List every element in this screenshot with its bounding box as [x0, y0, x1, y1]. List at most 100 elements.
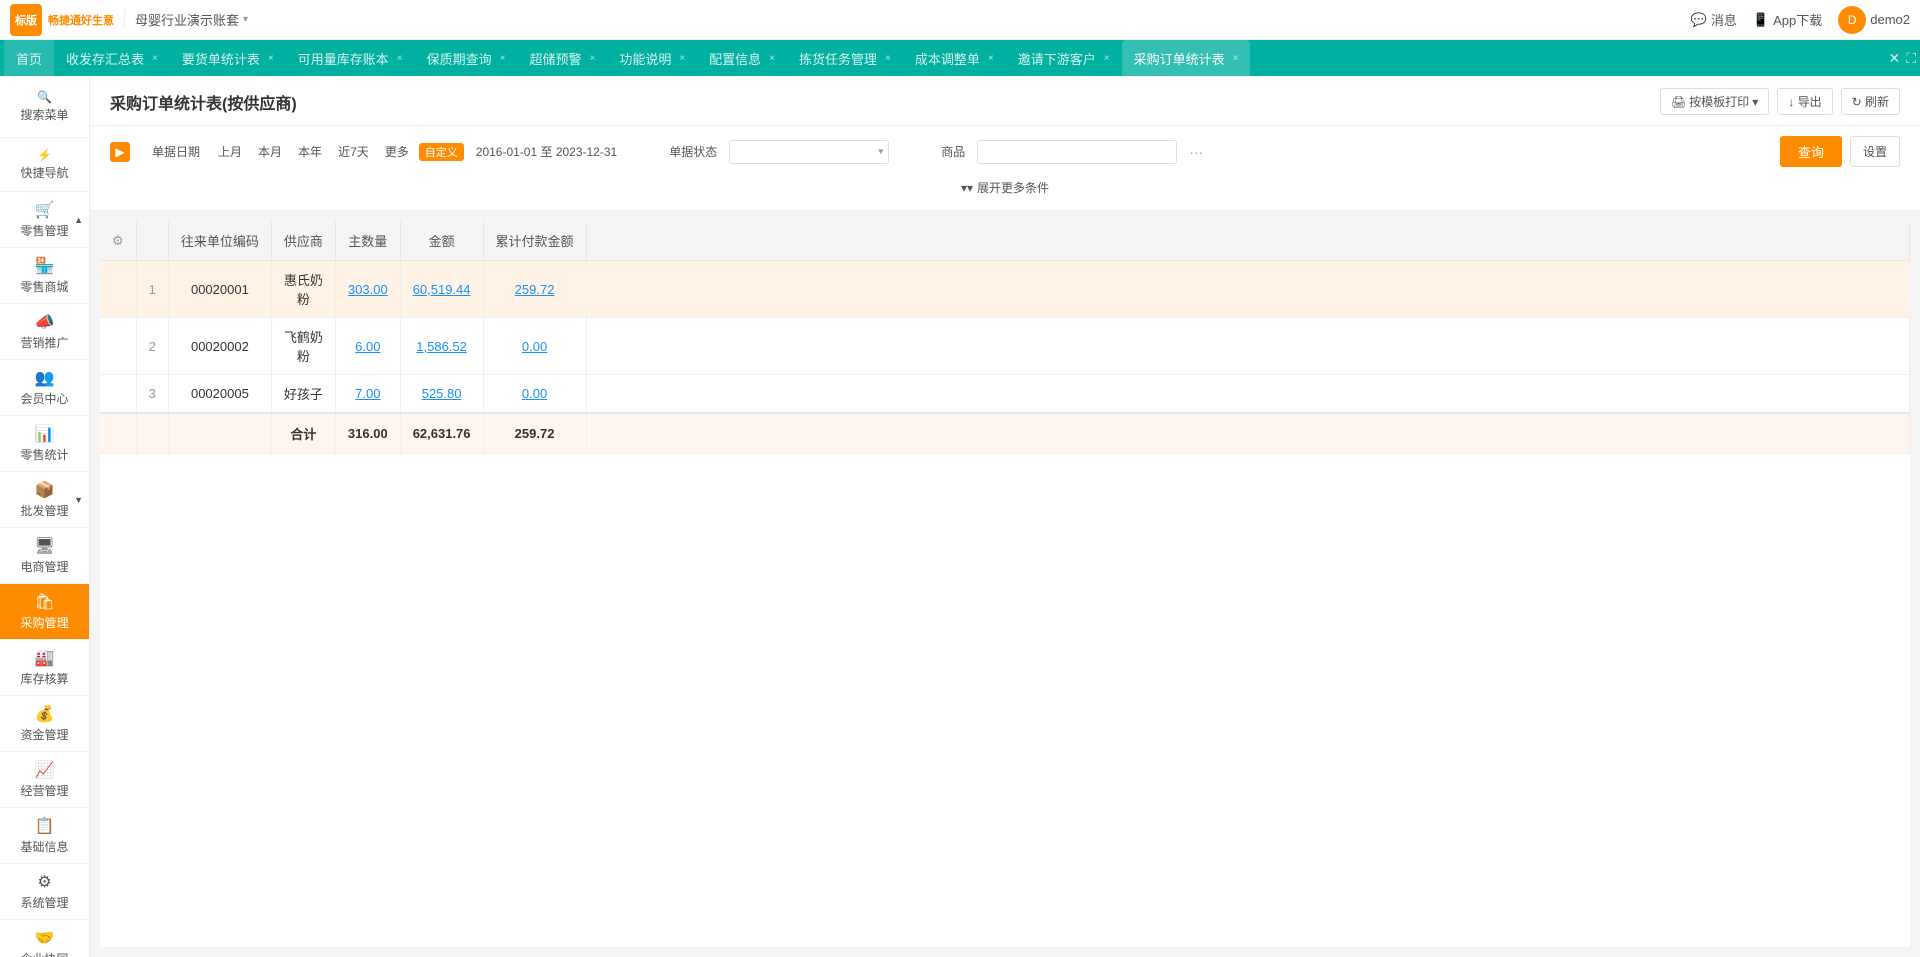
- sidebar-item-system-label: 系统管理: [20, 894, 68, 911]
- status-filter-label: 单据状态: [669, 143, 717, 160]
- zero-sales-expand-icon: ▲: [74, 215, 83, 225]
- sidebar-item-batch[interactable]: 📦 批发管理 ▼: [0, 472, 89, 528]
- tab-shoufaye-close-icon[interactable]: ×: [152, 53, 158, 64]
- shortcut-more[interactable]: 更多: [379, 141, 415, 162]
- tab-baozhi[interactable]: 保质期查询 ×: [415, 40, 518, 76]
- sidebar-item-zero-shop[interactable]: 🏪 零售商城: [0, 248, 89, 304]
- workspace-selector[interactable]: 母婴行业演示账套 ▾: [124, 10, 258, 29]
- col-paid: 累计付款金额: [483, 221, 586, 261]
- tab-home[interactable]: 首页: [4, 40, 54, 76]
- amount-link[interactable]: 525.80: [422, 386, 462, 401]
- ecommerce-icon: 🖥: [34, 536, 54, 556]
- tab-yaohuo-close-icon[interactable]: ×: [268, 53, 274, 64]
- search-menu-button[interactable]: 🔍 搜索菜单: [6, 84, 83, 129]
- tab-yaoqing-label: 邀请下游客户: [1018, 49, 1096, 68]
- tab-caigou-close-icon[interactable]: ×: [1233, 53, 1239, 64]
- goods-input[interactable]: [977, 140, 1177, 164]
- sidebar-item-enterprise[interactable]: 🤝 企业协同: [0, 920, 89, 957]
- paid-link[interactable]: 0.00: [522, 339, 547, 354]
- sidebar-item-system[interactable]: ⚙ 系统管理: [0, 864, 89, 920]
- expand-more-button[interactable]: ▾▾ 展开更多条件: [951, 175, 1059, 200]
- col-extra: [586, 221, 1909, 261]
- tab-zhihuo[interactable]: 拣货任务管理 ×: [787, 40, 903, 76]
- zero-shop-icon: 🏪: [35, 256, 55, 276]
- logo-area: 标版 畅捷通好生意: [10, 4, 114, 36]
- amount-link[interactable]: 60,519.44: [413, 282, 471, 297]
- qty-cell: 6.00: [335, 318, 400, 375]
- footer-label-cell: 合计: [271, 413, 335, 454]
- tab-peizhi-close-icon[interactable]: ×: [769, 53, 775, 64]
- nav-maximize-button[interactable]: ⛶: [1906, 50, 1916, 67]
- status-select[interactable]: [729, 140, 889, 164]
- paid-link[interactable]: 259.72: [515, 282, 555, 297]
- user-profile-button[interactable]: D demo2: [1838, 6, 1910, 34]
- tab-chaochujing-close-icon[interactable]: ×: [589, 53, 595, 64]
- shortcut-this-month[interactable]: 本月: [252, 141, 288, 162]
- sidebar-item-marketing[interactable]: 📣 营销推广: [0, 304, 89, 360]
- message-button[interactable]: 💬 消息: [1691, 10, 1737, 29]
- footer-settings-cell: [100, 413, 136, 454]
- app-download-button[interactable]: 📱 App下载: [1753, 10, 1822, 29]
- member-icon: 👥: [35, 368, 55, 388]
- tab-caigou[interactable]: 采购订单统计表 ×: [1122, 40, 1251, 76]
- tab-gongneng-close-icon[interactable]: ×: [679, 53, 685, 64]
- operation-icon: 📈: [35, 760, 55, 780]
- sidebar-item-operation[interactable]: 📈 经营管理: [0, 752, 89, 808]
- sidebar-item-purchase[interactable]: 🛍 采购管理: [0, 584, 89, 640]
- avatar-initials: D: [1848, 13, 1857, 27]
- table-settings-icon[interactable]: ⚙: [112, 233, 124, 248]
- tab-peizhi[interactable]: 配置信息 ×: [697, 40, 787, 76]
- sidebar-search-area: 🔍 搜索菜单: [0, 76, 89, 138]
- quick-nav-button[interactable]: ⚡ 快捷导航: [0, 142, 89, 187]
- export-button[interactable]: ↓ 导出: [1777, 88, 1832, 115]
- amount-link[interactable]: 1,586.52: [416, 339, 467, 354]
- tab-baozhi-close-icon[interactable]: ×: [500, 53, 506, 64]
- supplier-name-cell: 惠氏奶粉: [271, 261, 335, 318]
- tab-chengben-close-icon[interactable]: ×: [988, 53, 994, 64]
- sidebar-item-basic[interactable]: 📋 基础信息: [0, 808, 89, 864]
- tab-chengben[interactable]: 成本调整单 ×: [903, 40, 1006, 76]
- paid-link[interactable]: 0.00: [522, 386, 547, 401]
- sidebar-item-zero-stat[interactable]: 📊 零售统计: [0, 416, 89, 472]
- sidebar-item-batch-label: 批发管理: [20, 502, 68, 519]
- table-area: ⚙ 往来单位编码 供应商 主数量 金额 累计付款金额: [100, 221, 1910, 947]
- footer-paid-cell: 259.72: [483, 413, 586, 454]
- tab-yaohuo[interactable]: 要货单统计表 ×: [170, 40, 286, 76]
- tab-shoufaye[interactable]: 收发存汇总表 ×: [54, 40, 170, 76]
- settings-button[interactable]: 设置: [1850, 136, 1900, 167]
- nav-tabs-right: ✕ ⛶: [1888, 50, 1916, 67]
- more-fields-icon[interactable]: ···: [1189, 144, 1203, 160]
- qty-link[interactable]: 303.00: [348, 282, 388, 297]
- qty-link[interactable]: 6.00: [355, 339, 380, 354]
- refresh-button[interactable]: ↻ 刷新: [1841, 88, 1900, 115]
- sidebar-item-marketing-label: 营销推广: [20, 334, 68, 351]
- main-layout: 🔍 搜索菜单 ⚡ 快捷导航 🛒 零售管理 ▲ 🏪 零售商城 📣: [0, 76, 1920, 957]
- date-range-value: 2016-01-01 至 2023-12-31: [476, 143, 617, 160]
- sidebar-item-stock[interactable]: 🏭 库存核算: [0, 640, 89, 696]
- shortcut-last-month[interactable]: 上月: [212, 141, 248, 162]
- nav-close-button[interactable]: ✕: [1888, 50, 1900, 67]
- marketing-icon: 📣: [35, 312, 55, 332]
- tab-yaoqing-close-icon[interactable]: ×: [1104, 53, 1110, 64]
- sidebar-item-zero-sales[interactable]: 🛒 零售管理 ▲: [0, 192, 89, 248]
- sidebar-item-ecommerce[interactable]: 🖥 电商管理: [0, 528, 89, 584]
- query-button[interactable]: 查询: [1780, 136, 1842, 167]
- filter-toggle-button[interactable]: ▶: [110, 142, 130, 162]
- shortcut-7days[interactable]: 近7天: [332, 141, 375, 162]
- paid-cell: 0.00: [483, 375, 586, 414]
- tab-zhihuo-close-icon[interactable]: ×: [885, 53, 891, 64]
- sidebar-item-finance[interactable]: 💰 资金管理: [0, 696, 89, 752]
- tab-kecun-label: 可用量库存账本: [298, 49, 389, 68]
- template-print-button[interactable]: 🖨 按模板打印 ▾: [1660, 88, 1769, 115]
- extra-cell: [586, 318, 1909, 375]
- qty-link[interactable]: 7.00: [355, 386, 380, 401]
- shortcut-this-year[interactable]: 本年: [292, 141, 328, 162]
- tab-gongneng[interactable]: 功能说明 ×: [607, 40, 697, 76]
- tab-yaoqing[interactable]: 邀请下游客户 ×: [1006, 40, 1122, 76]
- tab-chaochujing-label: 超储预警: [529, 49, 581, 68]
- tab-kecun-close-icon[interactable]: ×: [397, 53, 403, 64]
- tab-chaochujing[interactable]: 超储预警 ×: [517, 40, 607, 76]
- sidebar-item-member[interactable]: 👥 会员中心: [0, 360, 89, 416]
- tab-kecun[interactable]: 可用量库存账本 ×: [286, 40, 415, 76]
- top-bar-right: 💬 消息 📱 App下载 D demo2: [1691, 6, 1910, 34]
